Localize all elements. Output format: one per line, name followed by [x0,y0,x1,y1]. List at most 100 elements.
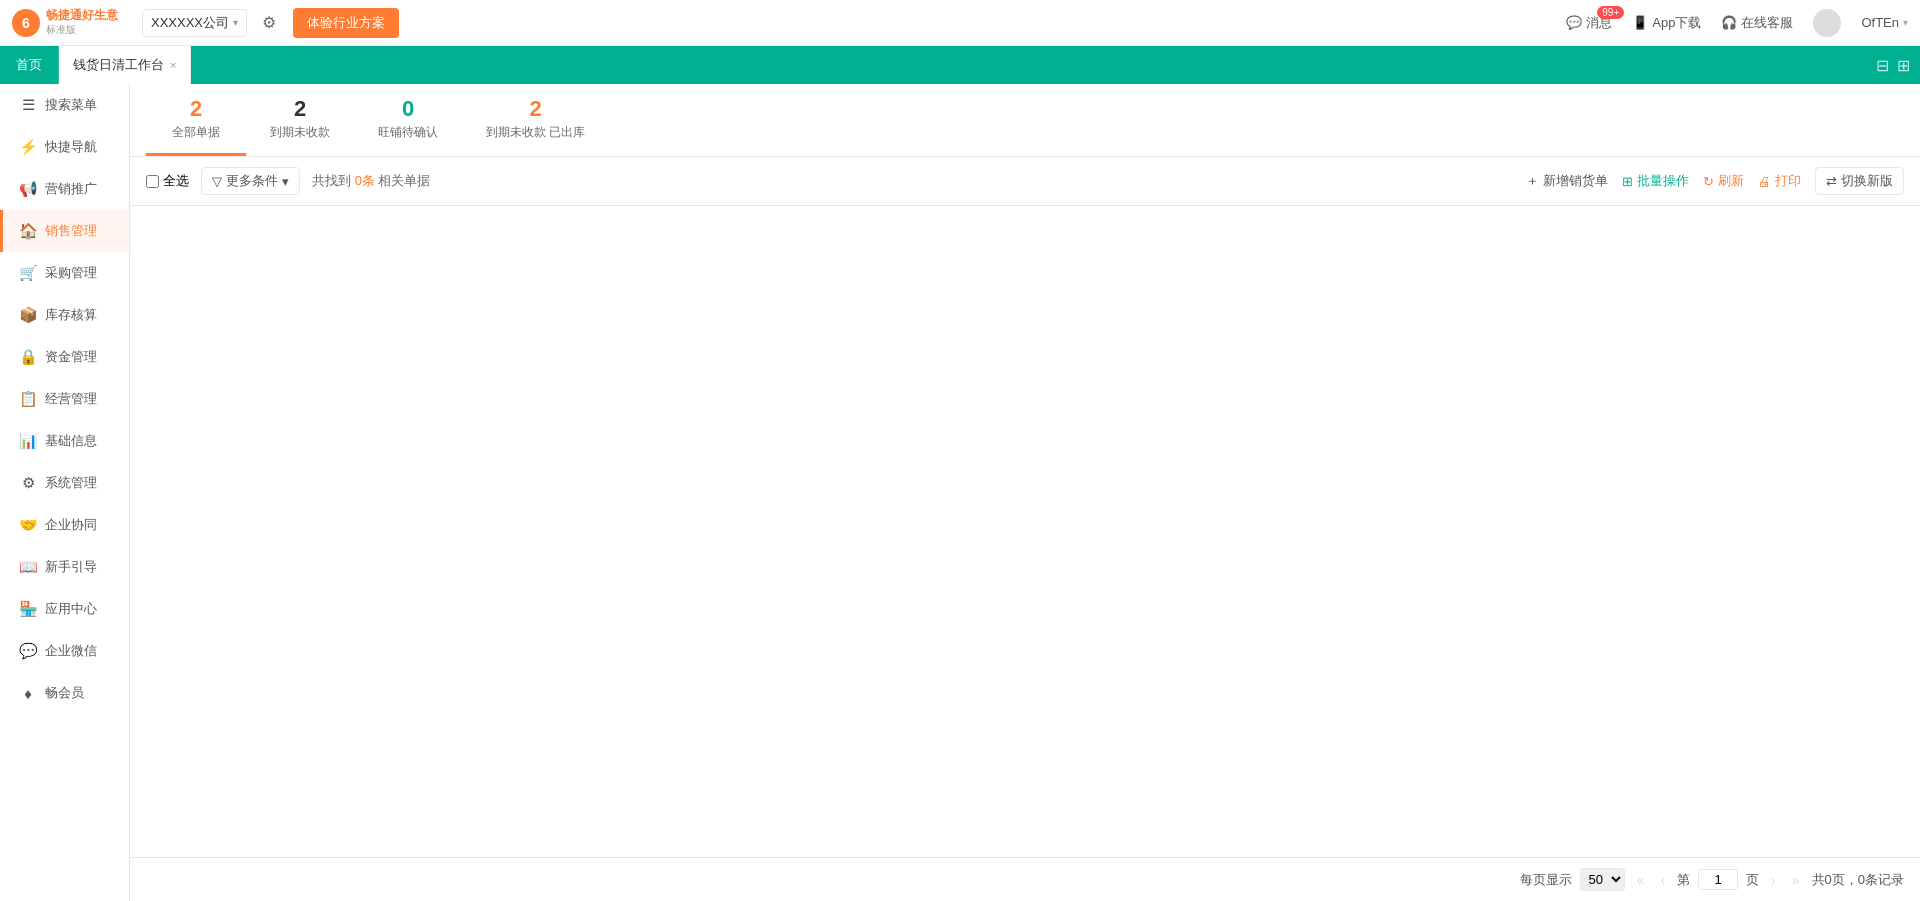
stat-tab-pending[interactable]: 0 旺铺待确认 [354,84,462,156]
new-sale-button[interactable]: ＋ 新增销货单 [1526,172,1608,190]
sidebar-label-sys-mgmt: 系统管理 [45,474,97,492]
refresh-icon: ↻ [1703,174,1714,189]
total-records-label: 共0页，0条记录 [1812,871,1904,889]
batch-ops-label: 批量操作 [1637,172,1689,190]
current-page-input[interactable] [1698,869,1738,890]
filter-label: 更多条件 [226,172,278,190]
sidebar-item-basic-info[interactable]: 📊 基础信息 [0,420,129,462]
next-page-button[interactable]: › [1767,870,1780,890]
page-suffix: 页 [1746,871,1759,889]
stat-count-all: 2 [170,96,222,122]
sidebar-item-inventory[interactable]: 📦 库存核算 [0,294,129,336]
basic-info-icon: 📊 [19,432,37,450]
sidebar-label-finance: 资金管理 [45,348,97,366]
main-layout: ☰ 搜索菜单 ⚡ 快捷导航 📢 营销推广 🏠 销售管理 🛒 采购管理 📦 库存核… [0,84,1920,901]
sidebar-item-member[interactable]: ♦ 畅会员 [0,672,129,714]
tab-close-icon[interactable]: × [170,59,176,71]
maximize-icon[interactable]: ⊞ [1897,56,1910,75]
sidebar-item-sys-mgmt[interactable]: ⚙ 系统管理 [0,462,129,504]
prev-page-button[interactable]: ‹ [1656,870,1669,890]
stat-tab-overdue[interactable]: 2 到期未收款 [246,84,354,156]
stat-label-all: 全部单据 [170,124,222,141]
stat-tab-all[interactable]: 2 全部单据 [146,84,246,156]
sidebar-item-purchase[interactable]: 🛒 采购管理 [0,252,129,294]
result-text: 共找到 0条 相关单据 [312,172,430,190]
sidebar-item-search-menu[interactable]: ☰ 搜索菜单 [0,84,129,126]
active-tab-label: 钱货日清工作台 [73,56,164,74]
search-menu-icon: ☰ [19,96,37,114]
stat-label-unshipped: 到期未收款 已出库 [486,124,585,141]
sidebar-label-marketing: 营销推广 [45,180,97,198]
filter-button[interactable]: ▽ 更多条件 ▾ [201,167,300,195]
online-service-label: 在线客服 [1741,14,1793,32]
filter-icon: ▽ [212,174,222,189]
sidebar-label-purchase: 采购管理 [45,264,97,282]
sidebar-item-finance[interactable]: 🔒 资金管理 [0,336,129,378]
last-page-button[interactable]: » [1788,870,1804,890]
username-area[interactable]: OfTEn ▾ [1861,15,1908,30]
sales-icon: 🏠 [19,222,37,240]
batch-ops-icon: ⊞ [1622,174,1633,189]
select-all-input[interactable] [146,175,159,188]
tab-bar-controls: ⊟ ⊞ [1876,56,1920,75]
stat-count-pending: 0 [378,96,438,122]
purchase-icon: 🛒 [19,264,37,282]
chevron-down-icon: ▾ [233,17,238,28]
sidebar-item-ops[interactable]: 📋 经营管理 [0,378,129,420]
logo-icon: 6 [12,9,40,37]
chevron-down-user-icon: ▾ [1903,17,1908,28]
minimize-icon[interactable]: ⊟ [1876,56,1889,75]
wechat-work-icon: 💬 [19,642,37,660]
sidebar-label-wechat-work: 企业微信 [45,642,97,660]
message-icon: 💬 [1566,15,1582,30]
result-count: 0条 [355,173,375,188]
inventory-icon: 📦 [19,306,37,324]
sidebar-item-quick-nav[interactable]: ⚡ 快捷导航 [0,126,129,168]
sidebar-label-sales: 销售管理 [45,222,97,240]
sidebar-label-member: 畅会员 [45,684,84,702]
page-label: 第 [1677,871,1690,889]
company-name: XXXXXX公司 [151,14,229,32]
refresh-label: 刷新 [1718,172,1744,190]
guide-icon: 📖 [19,558,37,576]
refresh-button[interactable]: ↻ 刷新 [1703,172,1744,190]
per-page-label: 每页显示 [1520,871,1572,889]
sidebar-label-quick-nav: 快捷导航 [45,138,97,156]
tab-active-workbench[interactable]: 钱货日清工作台 × [59,46,191,84]
filter-chevron-icon: ▾ [282,174,289,189]
company-selector[interactable]: XXXXXX公司 ▾ [142,9,247,37]
sidebar-item-marketing[interactable]: 📢 营销推广 [0,168,129,210]
settings-button[interactable]: ⚙ [255,9,283,37]
sidebar-item-guide[interactable]: 📖 新手引导 [0,546,129,588]
avatar-button[interactable] [1813,9,1841,37]
trial-button[interactable]: 体验行业方案 [293,8,399,38]
message-button[interactable]: 💬 消息 99+ [1566,14,1612,32]
print-icon: 🖨 [1758,174,1771,189]
app-center-icon: 🏪 [19,600,37,618]
new-sale-label: 新增销货单 [1543,172,1608,190]
sidebar-item-app-center[interactable]: 🏪 应用中心 [0,588,129,630]
avatar [1813,9,1841,37]
select-all-checkbox[interactable]: 全选 [146,172,189,190]
batch-ops-button[interactable]: ⊞ 批量操作 [1622,172,1689,190]
content-area: 2 全部单据 2 到期未收款 0 旺铺待确认 2 到期未收款 已出库 [130,84,1920,901]
tab-home[interactable]: 首页 [0,46,59,84]
per-page-select[interactable]: 50 [1580,868,1625,891]
switch-button[interactable]: ⇄ 切换新版 [1815,167,1904,195]
print-button[interactable]: 🖨 打印 [1758,172,1801,190]
app-download-button[interactable]: 📱 App下载 [1632,14,1701,32]
top-header: 6 畅捷通好生意 标准版 XXXXXX公司 ▾ ⚙ 体验行业方案 💬 消息 99… [0,0,1920,46]
sidebar-item-sales[interactable]: 🏠 销售管理 [0,210,129,252]
logo-text: 畅捷通好生意 标准版 [46,8,118,38]
first-page-button[interactable]: « [1633,870,1649,890]
sidebar-item-wechat-work[interactable]: 💬 企业微信 [0,630,129,672]
tab-bar: 首页 钱货日清工作台 × ⊟ ⊞ [0,46,1920,84]
online-service-button[interactable]: 🎧 在线客服 [1721,14,1793,32]
sidebar-label-app-center: 应用中心 [45,600,97,618]
sys-mgmt-icon: ⚙ [19,474,37,492]
table-area [130,206,1920,857]
stat-tab-unshipped[interactable]: 2 到期未收款 已出库 [462,84,609,156]
sidebar-label-guide: 新手引导 [45,558,97,576]
app-download-label: App下载 [1652,14,1701,32]
sidebar-item-enterprise[interactable]: 🤝 企业协同 [0,504,129,546]
